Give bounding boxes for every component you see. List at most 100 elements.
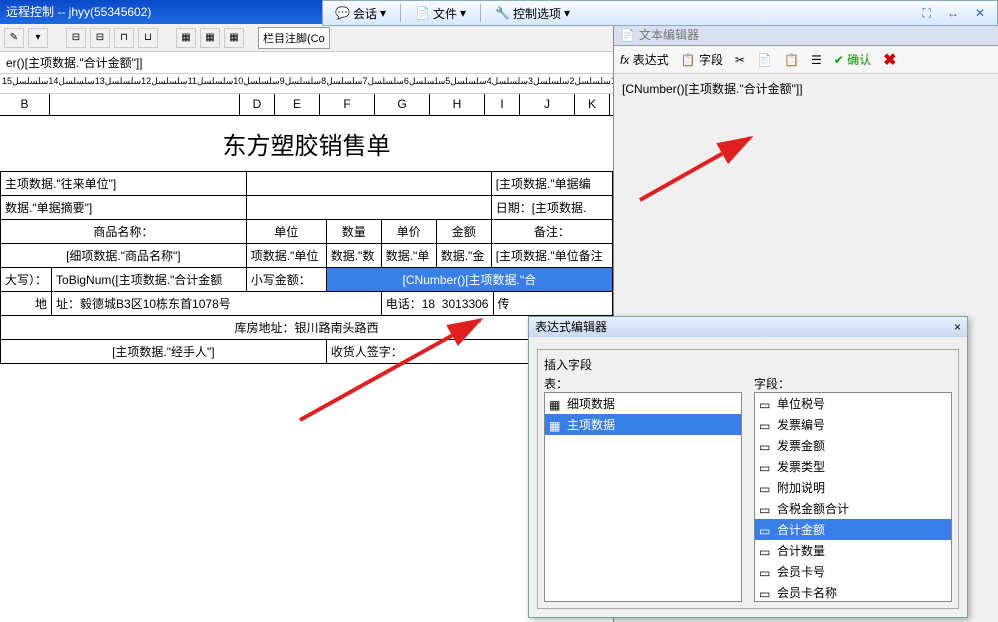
field-icon: ▭ — [759, 524, 773, 536]
list-item[interactable]: ▭发票类型 — [755, 456, 951, 477]
cancel-button[interactable]: ✖ — [883, 50, 896, 70]
toolbar-icon[interactable]: ▾ — [28, 28, 48, 48]
designer-toolbar: ✎ ▾ ⊟ ⊟ ⊓ ⊔ ▦ ▦ ▦ 栏目注脚(Co — [0, 24, 613, 52]
list-item[interactable]: ▭发票编号 — [755, 414, 951, 435]
cell[interactable]: 数据."金 — [436, 244, 491, 268]
field-label: 字段： — [754, 375, 952, 392]
cell[interactable]: [_RM_Page] — [1, 364, 613, 388]
cell[interactable]: 库房地址：银川路南头路西 — [1, 316, 613, 340]
table-listbox[interactable]: ▦细项数据▦主项数据 — [544, 392, 742, 602]
cell[interactable]: 址：毅德城B3区10栋东首1078号 — [52, 292, 382, 316]
report-grid: 主项数据."往来单位"] [主项数据."单据编 数据."单据摘要"] 日期：[主… — [0, 171, 613, 388]
list-item[interactable]: ▭附加说明 — [755, 477, 951, 498]
dialog-titlebar[interactable]: 表达式编辑器 × — [529, 317, 967, 337]
col-header[interactable] — [50, 94, 240, 115]
expression-editor-dialog: 表达式编辑器 × 插入字段 表： ▦细项数据▦主项数据 字段： ▭单位税号▭发票… — [528, 316, 968, 618]
cell[interactable]: 数据."数 — [326, 244, 381, 268]
col-header[interactable]: I — [485, 94, 520, 115]
text-editor-title: 文本编辑器 — [639, 26, 699, 43]
cell[interactable]: 备注： — [491, 220, 612, 244]
cell[interactable]: [主项数据."单位备注 — [491, 244, 612, 268]
app-toolbar: 💬 会话 ▾ 📄 文件 ▾ 🔧 控制选项 ▾ ⛶ ↔ ✕ — [322, 0, 998, 26]
table-row: 数据."单据摘要"] 日期：[主项数据. — [1, 196, 613, 220]
field-tab[interactable]: 📋 字段 — [681, 51, 723, 68]
list-item[interactable]: ▭单位税号 — [755, 393, 951, 414]
selected-cell[interactable]: [CNumber()[主项数据."合 — [326, 268, 612, 292]
align-icon[interactable]: ⊟ — [66, 28, 86, 48]
cell[interactable]: 数据."单 — [381, 244, 436, 268]
col-header[interactable]: H — [430, 94, 485, 115]
cell[interactable] — [246, 196, 491, 220]
field-icon: ▭ — [759, 440, 773, 452]
grid-icon[interactable]: ▦ — [224, 28, 244, 48]
list-item[interactable]: ▭合计金额 — [755, 519, 951, 540]
dialog-close-icon[interactable]: × — [954, 317, 961, 337]
field-icon: ▭ — [759, 461, 773, 473]
cell[interactable]: 大写）： — [1, 268, 52, 292]
col-header[interactable]: E — [275, 94, 320, 115]
col-header[interactable]: F — [320, 94, 375, 115]
field-listbox[interactable]: ▭单位税号▭发票编号▭发票金额▭发票类型▭附加说明▭含税金额合计▭合计金额▭合计… — [754, 392, 952, 602]
list-item[interactable]: ▦细项数据 — [545, 393, 741, 414]
grid-icon[interactable]: ▦ — [200, 28, 220, 48]
align-icon[interactable]: ⊔ — [138, 28, 158, 48]
table-row: [_RM_Page] — [1, 364, 613, 388]
col-header[interactable]: K — [575, 94, 610, 115]
insert-field-label: 插入字段 — [544, 356, 952, 373]
list-icon[interactable]: ☰ — [811, 53, 822, 67]
cell[interactable]: ToBigNum([主项数据."合计金额 — [52, 268, 247, 292]
cell[interactable]: [细项数据."商品名称"] — [1, 244, 247, 268]
cell[interactable]: 小写金额： — [246, 268, 326, 292]
expression-tab[interactable]: fx 表达式 — [620, 51, 669, 68]
cell[interactable]: 电话：18 3013306 — [381, 292, 493, 316]
close-toolbar-icon[interactable]: ✕ — [969, 4, 991, 22]
cell[interactable]: [主项数据."经手人"] — [1, 340, 327, 364]
cell[interactable]: 金额 — [436, 220, 491, 244]
cut-icon[interactable]: ✂ — [735, 53, 745, 67]
control-options-button[interactable]: 🔧 控制选项 ▾ — [489, 3, 576, 24]
copy-icon[interactable]: 📄 — [757, 53, 772, 67]
list-item[interactable]: ▭发票金额 — [755, 435, 951, 456]
cell[interactable] — [246, 172, 491, 196]
cell[interactable]: 日期：[主项数据. — [491, 196, 612, 220]
cell[interactable]: 地 — [1, 292, 52, 316]
col-header[interactable]: B — [0, 94, 50, 115]
cell[interactable]: 单价 — [381, 220, 436, 244]
cell[interactable]: 单位 — [246, 220, 326, 244]
paste-icon[interactable]: 📋 — [784, 53, 799, 67]
cell[interactable]: 商品名称： — [1, 220, 247, 244]
list-item[interactable]: ▭会员卡号 — [755, 561, 951, 582]
col-header[interactable]: J — [520, 94, 575, 115]
col-header[interactable]: G — [375, 94, 430, 115]
formula-content: er()[主项数据."合计金额"]] — [6, 54, 143, 71]
tool-icon[interactable]: ↔ — [941, 4, 965, 22]
align-icon[interactable]: ⊟ — [90, 28, 110, 48]
cell[interactable]: 传 — [493, 292, 612, 316]
list-item[interactable]: ▭含税金额合计 — [755, 498, 951, 519]
cell[interactable]: 项数据."单位 — [246, 244, 326, 268]
toolbar-icon[interactable]: ✎ — [4, 28, 24, 48]
session-button[interactable]: 💬 会话 ▾ — [329, 3, 392, 24]
cell[interactable]: 主项数据."往来单位"] — [1, 172, 247, 196]
col-header[interactable]: D — [240, 94, 275, 115]
horizontal-ruler: سلسلسل1سلسلسل2سلسلسل3سلسلسل4سلسلسل5سلسلس… — [0, 74, 613, 94]
field-icon: ▭ — [759, 482, 773, 494]
table-row: 大写）： ToBigNum([主项数据."合计金额 小写金额： [CNumber… — [1, 268, 613, 292]
field-icon: ▭ — [759, 545, 773, 557]
formula-bar[interactable]: er()[主项数据."合计金额"]] — [0, 52, 613, 74]
cell[interactable]: 数据."单据摘要"] — [1, 196, 247, 220]
cell[interactable]: [主项数据."单据编 — [491, 172, 612, 196]
file-button[interactable]: 📄 文件 ▾ — [409, 3, 472, 24]
list-item[interactable]: ▦主项数据 — [545, 414, 741, 435]
align-icon[interactable]: ⊓ — [114, 28, 134, 48]
grid-icon[interactable]: ▦ — [176, 28, 196, 48]
text-editor-toolbar: fx 表达式 📋 字段 ✂ 📄 📋 ☰ ✔ 确认 ✖ — [614, 46, 998, 74]
footer-dropdown-label[interactable]: 栏目注脚(Co — [258, 27, 330, 49]
list-item[interactable]: ▭会员卡名称 — [755, 582, 951, 602]
cell[interactable]: 数量 — [326, 220, 381, 244]
confirm-button[interactable]: ✔ 确认 — [834, 51, 871, 68]
table-row: [主项数据."经手人"] 收货人签字： — [1, 340, 613, 364]
tool-icon[interactable]: ⛶ — [917, 4, 937, 23]
list-item[interactable]: ▭合计数量 — [755, 540, 951, 561]
expression-textarea[interactable]: [CNumber()[主项数据."合计金额"]] — [614, 74, 998, 114]
